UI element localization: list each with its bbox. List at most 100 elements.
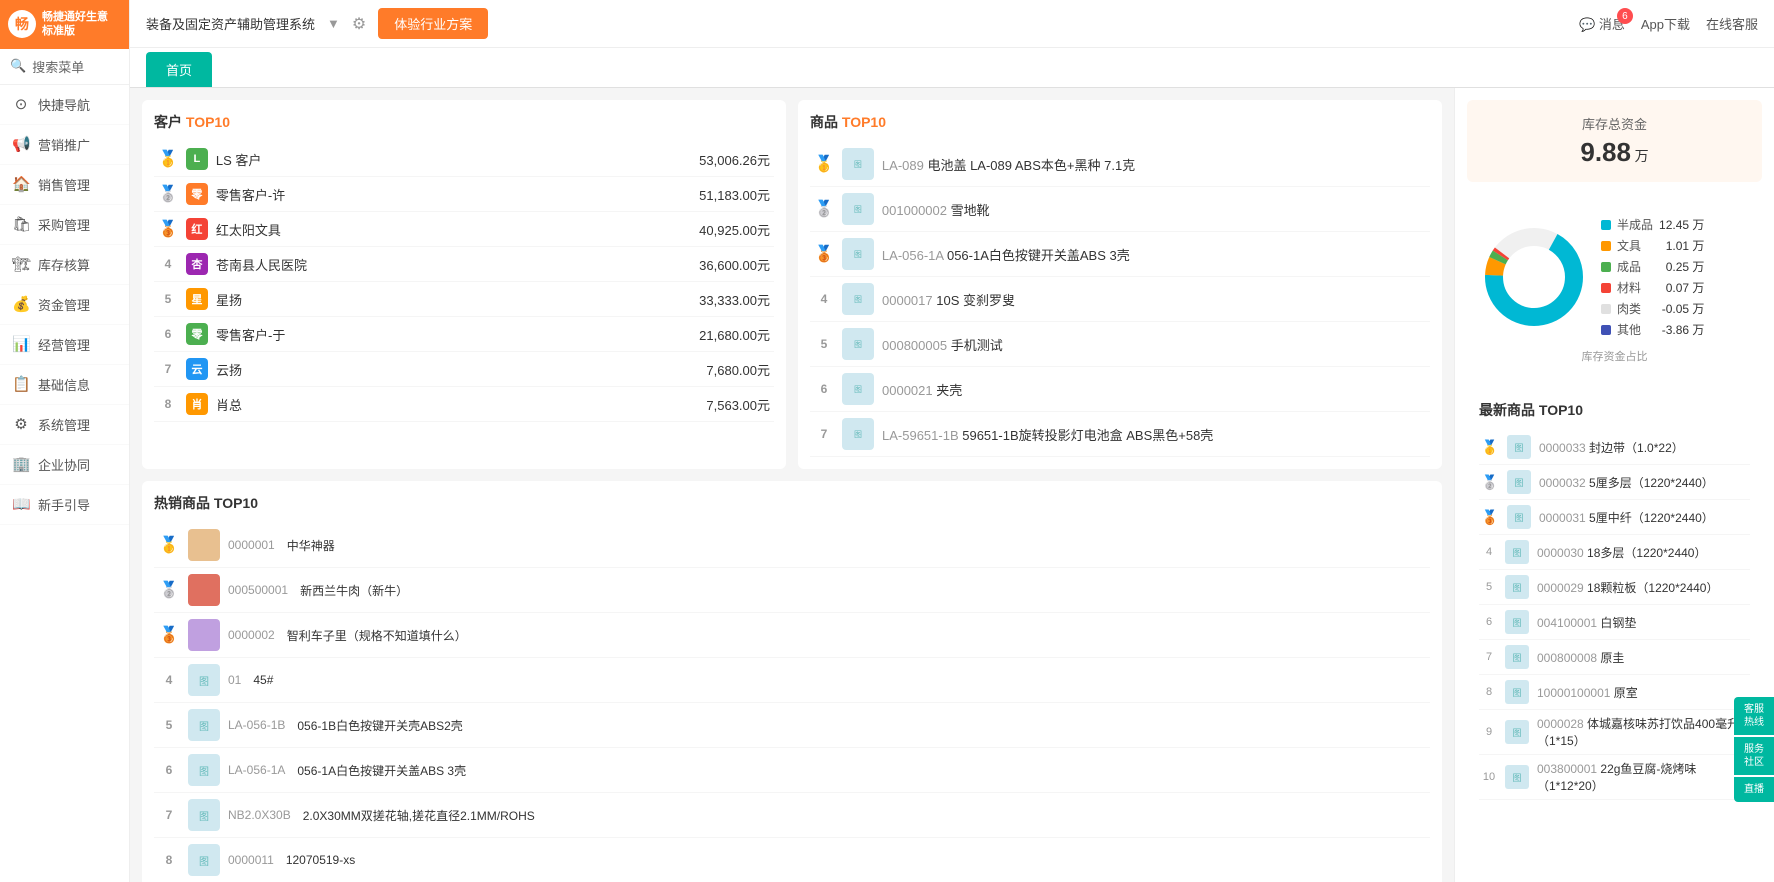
- rank-number: 7: [814, 427, 834, 441]
- top-header: 装备及固定资产辅助管理系统 ▼ ⚙ 体验行业方案 💬 消息 6 App下载 在线…: [130, 0, 1774, 48]
- legend-value: -3.86 万: [1662, 321, 1705, 338]
- sidebar-item-marketing[interactable]: 📢 营销推广: [0, 125, 129, 165]
- rank-number: 6: [1481, 616, 1497, 628]
- sidebar-item-purchase[interactable]: 🛍 采购管理: [0, 205, 129, 245]
- app-download[interactable]: App下载: [1641, 14, 1690, 33]
- product-name: 中华神器: [287, 537, 1426, 554]
- rank-number: 7: [158, 808, 180, 822]
- rank-number: 5: [158, 292, 178, 306]
- list-item: 6图 LA-056-1A 056-1A白色按键开关盖ABS 3壳: [154, 748, 1430, 793]
- latest-product-name: 0000030 18多层（1220*2440）: [1537, 544, 1748, 561]
- list-item: 6 图 004100001 白钢垫: [1479, 605, 1750, 640]
- latest-product-name: 004100001 白钢垫: [1537, 614, 1748, 631]
- medal-icon: 🥉: [158, 625, 180, 645]
- nav-icon-quick-nav: ⊙: [12, 95, 30, 113]
- list-item: 7 图 000800008 原圭: [1479, 640, 1750, 675]
- customer-ranking-card: 客户 TOP10 🥇 L LS 客户 53,006.26元🥈 零 零售客户-许 …: [142, 100, 786, 469]
- tab-home[interactable]: 首页: [146, 52, 212, 87]
- main-area: 装备及固定资产辅助管理系统 ▼ ⚙ 体验行业方案 💬 消息 6 App下载 在线…: [130, 0, 1774, 882]
- inventory-chart-card: 半成品 12.45 万 文具 1.01 万 成品 0.25 万 材料 0.07 …: [1467, 194, 1762, 376]
- inventory-amount: 9.88: [1580, 137, 1631, 167]
- search-menu[interactable]: 🔍 搜索菜单: [0, 49, 129, 85]
- trial-button[interactable]: 体验行业方案: [378, 8, 488, 39]
- rank-amount: 33,333.00元: [699, 290, 770, 309]
- table-row: 🥇 图 LA-089 电池盖 LA-089 ABS本色+黑种 7.1克: [810, 142, 1430, 187]
- legend-label: 肉类: [1617, 300, 1656, 317]
- hot-products-card: 热销商品 TOP10 🥇 0000001 中华神器🥈 000500001 新西兰…: [142, 481, 1442, 882]
- cs-hotline-btn[interactable]: 客服 热线: [1734, 697, 1774, 735]
- list-item: 9 图 0000028 体城嘉核味苏打饮品400毫升（1*15）: [1479, 710, 1750, 755]
- sidebar-item-operations[interactable]: 📊 经营管理: [0, 325, 129, 365]
- logo-icon: 畅: [8, 10, 36, 38]
- product-thumb-placeholder: 图: [842, 238, 874, 270]
- table-row: 5 星 星扬 33,333.00元: [154, 282, 774, 317]
- legend-label: 半成品: [1617, 216, 1653, 233]
- latest-thumb: 图: [1505, 610, 1529, 634]
- latest-product-name: 0000031 5厘中纤（1220*2440）: [1539, 509, 1748, 526]
- rank-badge: 星: [186, 288, 208, 310]
- nav-icon-enterprise: 🏢: [12, 455, 30, 473]
- product-name: 12070519-xs: [286, 853, 1426, 867]
- rank-amount: 51,183.00元: [699, 185, 770, 204]
- rank-name: 红太阳文具: [216, 220, 691, 239]
- message-badge[interactable]: 💬 消息 6: [1579, 14, 1625, 33]
- nav-icon-sales: 🏠: [12, 175, 30, 193]
- list-item: 🥈 图 0000032 5厘多层（1220*2440）: [1479, 465, 1750, 500]
- rank-number: 7: [1481, 651, 1497, 663]
- sidebar-item-beginner[interactable]: 📖 新手引导: [0, 485, 129, 525]
- dropdown-icon[interactable]: ▼: [327, 16, 340, 31]
- legend-value: -0.05 万: [1662, 300, 1705, 317]
- service-community-btn[interactable]: 服务 社区: [1734, 737, 1774, 775]
- message-icon: 💬: [1579, 17, 1595, 32]
- rank-number: 4: [1481, 546, 1497, 558]
- product-thumb-placeholder: 图: [188, 799, 220, 831]
- inventory-amount-display: 9.88 万: [1481, 137, 1748, 168]
- product-name: 智利车子里（规格不知道填什么）: [287, 627, 1426, 644]
- latest-thumb: 图: [1505, 765, 1529, 789]
- product-code-name: 001000002 雪地靴: [882, 200, 1426, 219]
- nav-icon-purchase: 🛍: [12, 215, 30, 233]
- nav-icon-inventory: 🏗: [12, 255, 30, 273]
- product-thumb-placeholder: 图: [842, 373, 874, 405]
- list-item: 🥈 000500001 新西兰牛肉（新牛）: [154, 568, 1430, 613]
- latest-product-name: 0000032 5厘多层（1220*2440）: [1539, 474, 1748, 491]
- sidebar-item-base-info[interactable]: 📋 基础信息: [0, 365, 129, 405]
- sidebar-item-inventory[interactable]: 🏗 库存核算: [0, 245, 129, 285]
- legend-label: 其他: [1617, 321, 1656, 338]
- product-code: 0000011: [228, 853, 274, 867]
- product-thumb: [188, 529, 220, 561]
- legend-label: 成品: [1617, 258, 1660, 275]
- online-service[interactable]: 在线客服: [1706, 14, 1758, 33]
- direct-btn[interactable]: 直播: [1734, 777, 1774, 802]
- rank-amount: 7,680.00元: [706, 360, 770, 379]
- rank-amount: 21,680.00元: [699, 325, 770, 344]
- legend-value: 12.45 万: [1659, 216, 1704, 233]
- table-row: 7 云 云扬 7,680.00元: [154, 352, 774, 387]
- rank-name: 零售客户-于: [216, 325, 691, 344]
- content-area: 客户 TOP10 🥇 L LS 客户 53,006.26元🥈 零 零售客户-许 …: [130, 88, 1774, 882]
- product-code-name: 000800005 手机测试: [882, 335, 1426, 354]
- sidebar-item-quick-nav[interactable]: ⊙ 快捷导航: [0, 85, 129, 125]
- sidebar-item-enterprise[interactable]: 🏢 企业协同: [0, 445, 129, 485]
- list-item: 🥇 0000001 中华神器: [154, 523, 1430, 568]
- rank-amount: 40,925.00元: [699, 220, 770, 239]
- ranking-section: 客户 TOP10 🥇 L LS 客户 53,006.26元🥈 零 零售客户-许 …: [142, 100, 1442, 469]
- legend-item: 材料 0.07 万: [1601, 279, 1704, 296]
- rank-badge: 零: [186, 183, 208, 205]
- nav-label-finance: 资金管理: [38, 295, 90, 314]
- sidebar-item-sales[interactable]: 🏠 销售管理: [0, 165, 129, 205]
- sidebar-item-sys-mgmt[interactable]: ⚙ 系统管理: [0, 405, 129, 445]
- rank-number: 6: [814, 382, 834, 396]
- latest-thumb: 图: [1505, 540, 1529, 564]
- donut-chart-area: 半成品 12.45 万 文具 1.01 万 成品 0.25 万 材料 0.07 …: [1479, 206, 1750, 348]
- product-thumb-placeholder: 图: [188, 709, 220, 741]
- sidebar-item-finance[interactable]: 💰 资金管理: [0, 285, 129, 325]
- rank-number: 8: [158, 397, 178, 411]
- nav-label-purchase: 采购管理: [38, 215, 90, 234]
- settings-icon[interactable]: ⚙: [352, 14, 366, 34]
- nav-label-beginner: 新手引导: [38, 495, 90, 514]
- product-thumb: [188, 619, 220, 651]
- product-name: 056-1A白色按键开关盖ABS 3壳: [297, 762, 1426, 779]
- nav-label-sys-mgmt: 系统管理: [38, 415, 90, 434]
- latest-product-name: 000800008 原圭: [1537, 649, 1748, 666]
